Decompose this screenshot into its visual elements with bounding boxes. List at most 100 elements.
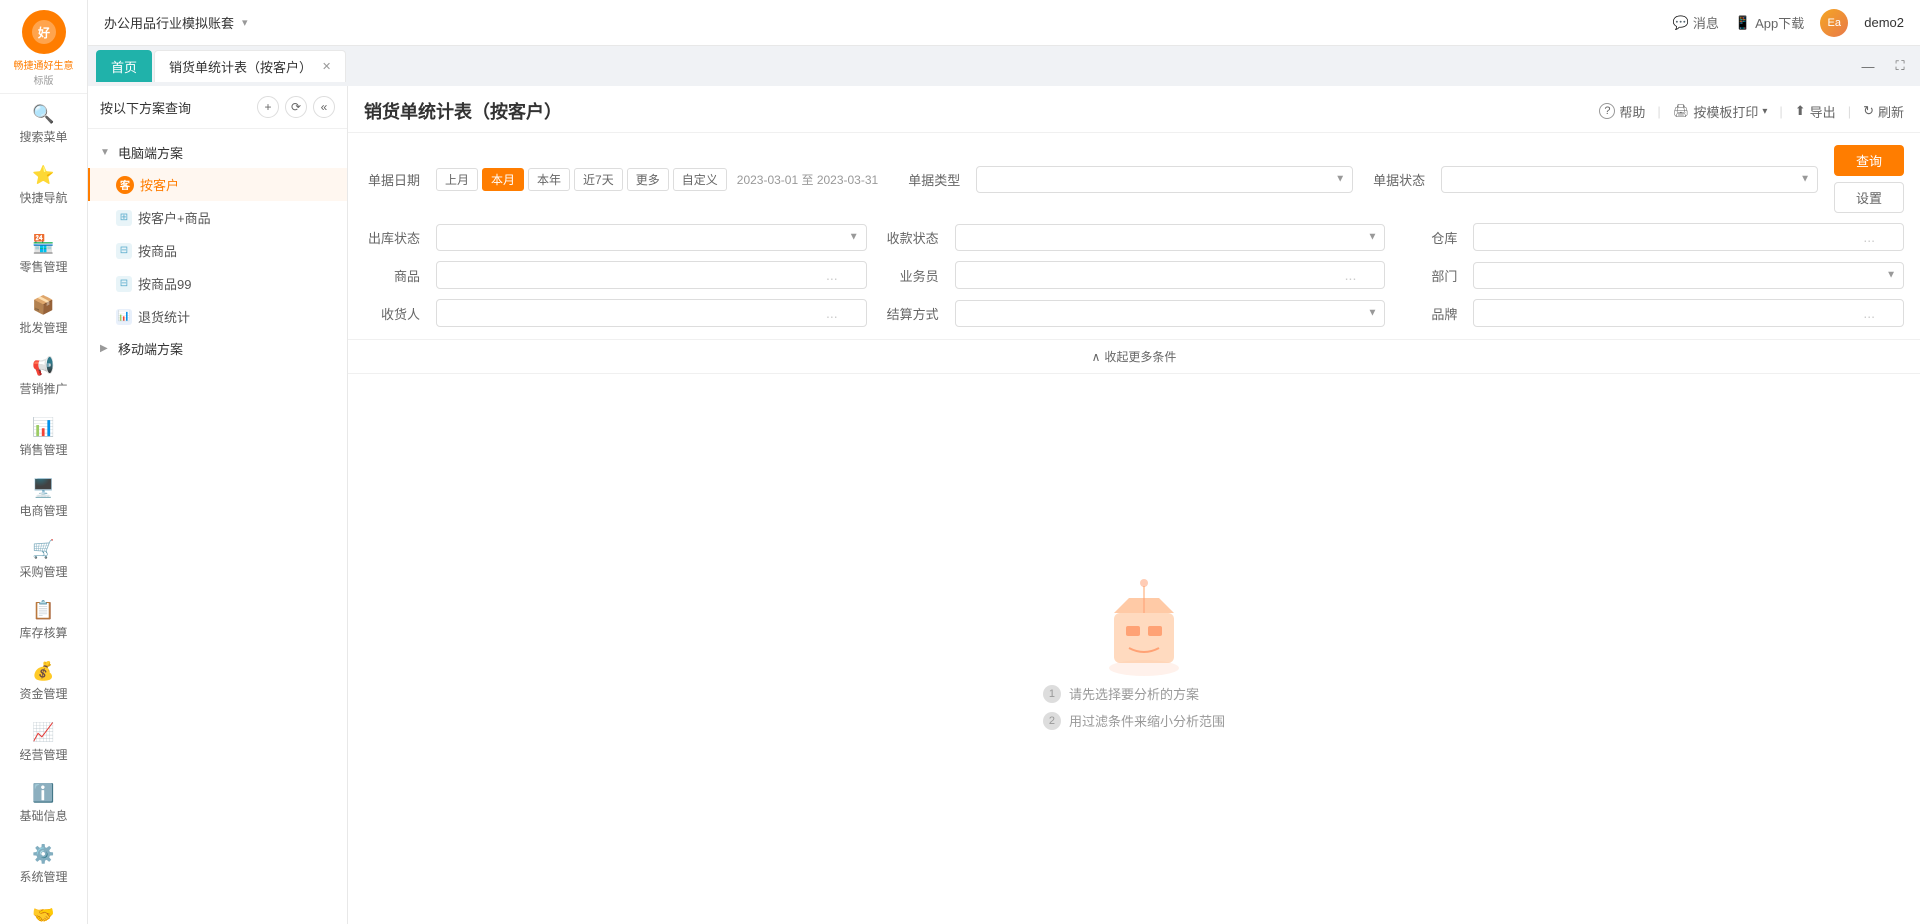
sidebar-item-operations[interactable]: 📈 经营管理: [0, 712, 87, 773]
topbar-left: 办公用品行业模拟账套 ▾: [104, 13, 248, 32]
topbar-right: 💬 消息 📱 App下载 Ea demo2: [1673, 9, 1904, 37]
page-title: 销货单统计表（按客户）: [364, 98, 562, 124]
date-range-display: 2023-03-01 至 2023-03-31: [737, 171, 878, 188]
tree-item-by-goods99[interactable]: ⊟ 按商品99: [88, 267, 347, 300]
app-logo: 好 畅捷通好生意 标版: [0, 0, 87, 94]
return-stats-icon: 📊: [116, 309, 132, 325]
brand-field[interactable]: ...: [1473, 299, 1904, 327]
tree-item-by-customer[interactable]: 客 按客户: [88, 168, 347, 201]
tab-home[interactable]: 首页: [96, 50, 152, 82]
sidebar-item-collab[interactable]: 🤝 企业协同: [0, 895, 87, 924]
tree-item-by-goods99-label: 按商品99: [138, 274, 191, 293]
sidebar-item-system[interactable]: ⚙️ 系统管理: [0, 834, 87, 895]
order-type-select-wrap: [976, 166, 1353, 193]
salesperson-field[interactable]: ...: [955, 261, 1386, 289]
tree-pc-section[interactable]: ▼ 电脑端方案: [88, 137, 347, 168]
filter-row-2: 出库状态 收款状态 仓库 ...: [364, 223, 1904, 251]
tree-item-customer-goods[interactable]: ⊞ 按客户+商品: [88, 201, 347, 234]
topbar-message-btn[interactable]: 💬 消息: [1673, 13, 1719, 32]
goods-field[interactable]: ...: [436, 261, 867, 289]
date-btn-this-month[interactable]: 本月: [482, 168, 524, 191]
tree-item-by-goods[interactable]: ⊟ 按商品: [88, 234, 347, 267]
settlement-label: 结算方式: [883, 304, 939, 323]
sidebar-item-marketing[interactable]: 📢 营销推广: [0, 346, 87, 407]
export-label: 导出: [1810, 102, 1836, 121]
sales-icon: 📊: [32, 417, 54, 438]
department-label: 部门: [1401, 266, 1457, 285]
app-subtitle: 标版: [34, 72, 54, 87]
left-panel-title: 按以下方案查询: [100, 98, 191, 117]
sidebar-item-purchase[interactable]: 🛒 采购管理: [0, 529, 87, 590]
date-btn-last-7-days[interactable]: 近7天: [574, 168, 623, 191]
warehouse-field[interactable]: ...: [1473, 223, 1904, 251]
tab-sales-report[interactable]: 销货单统计表（按客户） ✕: [154, 50, 346, 82]
tree-arrow-icon: ▼: [100, 147, 112, 158]
order-status-select-wrap: [1441, 166, 1818, 193]
sidebar-item-sales[interactable]: 📊 销售管理: [0, 407, 87, 468]
add-scheme-btn[interactable]: +: [257, 96, 279, 118]
username-label: demo2: [1864, 15, 1904, 30]
receiver-field[interactable]: ...: [436, 299, 867, 327]
empty-tips: 1 请先选择要分析的方案 2 用过滤条件来缩小分析范围: [1043, 684, 1225, 730]
help-label: 帮助: [1619, 102, 1645, 121]
warehouse-dots: ...: [1863, 229, 1875, 245]
sidebar-item-basic-info[interactable]: ℹ️ 基础信息: [0, 773, 87, 834]
settlement-select[interactable]: [955, 300, 1386, 327]
date-label: 单据日期: [364, 170, 420, 189]
department-select[interactable]: [1473, 262, 1904, 289]
app-name: 畅捷通好生意: [14, 57, 74, 72]
sidebar-item-quick-nav[interactable]: ⭐ 快捷导航: [0, 155, 87, 216]
tree-mobile-section[interactable]: ▶ 移动端方案: [88, 333, 347, 364]
brand-input-wrap: ...: [1473, 299, 1904, 327]
tab-maximize-btn[interactable]: ⛶: [1888, 54, 1912, 78]
topbar: 办公用品行业模拟账套 ▾ 💬 消息 📱 App下载 Ea demo2: [88, 0, 1920, 46]
date-btn-last-month[interactable]: 上月: [436, 168, 478, 191]
by-customer-icon: 客: [116, 176, 134, 194]
message-icon: 💬: [1673, 15, 1689, 31]
sidebar-item-system-label: 系统管理: [19, 868, 67, 885]
sidebar-item-finance[interactable]: 💰 资金管理: [0, 651, 87, 712]
export-btn[interactable]: ⬆ 导出: [1795, 102, 1836, 121]
date-btn-this-year[interactable]: 本年: [528, 168, 570, 191]
purchase-icon: 🛒: [32, 539, 54, 560]
print-icon: 🖨: [1673, 103, 1690, 119]
sidebar-item-retail[interactable]: 🏪 零售管理: [0, 224, 87, 285]
customer-goods-icon: ⊞: [116, 210, 132, 226]
basic-info-icon: ℹ️: [32, 783, 54, 804]
collapse-label: 收起更多条件: [1104, 348, 1176, 365]
tab-minimize-btn[interactable]: —: [1856, 54, 1880, 78]
topbar-app-download-btn[interactable]: 📱 App下载: [1735, 13, 1804, 32]
receiver-input-wrap: ...: [436, 299, 867, 327]
date-btn-more[interactable]: 更多: [627, 168, 669, 191]
refresh-btn[interactable]: ↻ 刷新: [1863, 102, 1904, 121]
download-icon: 📱: [1735, 15, 1751, 31]
sidebar-item-inventory[interactable]: 📋 库存核算: [0, 590, 87, 651]
setting-btn[interactable]: 设置: [1834, 182, 1904, 213]
refresh-scheme-btn[interactable]: ⟳: [285, 96, 307, 118]
sidebar-item-purchase-label: 采购管理: [19, 563, 67, 580]
topbar-title: 办公用品行业模拟账套: [104, 13, 234, 32]
sidebar-item-wholesale[interactable]: 📦 批发管理: [0, 285, 87, 346]
sidebar-item-ecommerce[interactable]: 🖥️ 电商管理: [0, 468, 87, 529]
payment-select[interactable]: [955, 224, 1386, 251]
order-status-select[interactable]: [1441, 166, 1818, 193]
help-btn[interactable]: ? 帮助: [1599, 102, 1645, 121]
topbar-dropdown-btn[interactable]: ▾: [242, 16, 248, 29]
collapse-panel-btn[interactable]: «: [313, 96, 335, 118]
shipment-select[interactable]: [436, 224, 867, 251]
print-btn[interactable]: 🖨 按模板打印 ▾: [1673, 102, 1768, 121]
left-panel-actions: + ⟳ «: [257, 96, 335, 118]
tab-close-btn[interactable]: ✕: [322, 60, 331, 73]
divider1: |: [1657, 104, 1660, 119]
collapse-btn[interactable]: ∧ 收起更多条件: [1092, 348, 1177, 365]
date-btn-custom[interactable]: 自定义: [673, 168, 727, 191]
svg-text:好: 好: [36, 25, 49, 40]
query-btn[interactable]: 查询: [1834, 145, 1904, 176]
tree-item-return-stats[interactable]: 📊 退货统计: [88, 300, 347, 333]
user-avatar[interactable]: Ea: [1820, 9, 1848, 37]
order-type-select[interactable]: [976, 166, 1353, 193]
sidebar-item-search[interactable]: 🔍 搜索菜单: [0, 94, 87, 155]
order-type-label: 单据类型: [904, 170, 960, 189]
page-header: 销货单统计表（按客户） ? 帮助 | 🖨 按模板打印 ▾ | ⬆: [348, 86, 1920, 133]
divider2: |: [1779, 104, 1782, 119]
